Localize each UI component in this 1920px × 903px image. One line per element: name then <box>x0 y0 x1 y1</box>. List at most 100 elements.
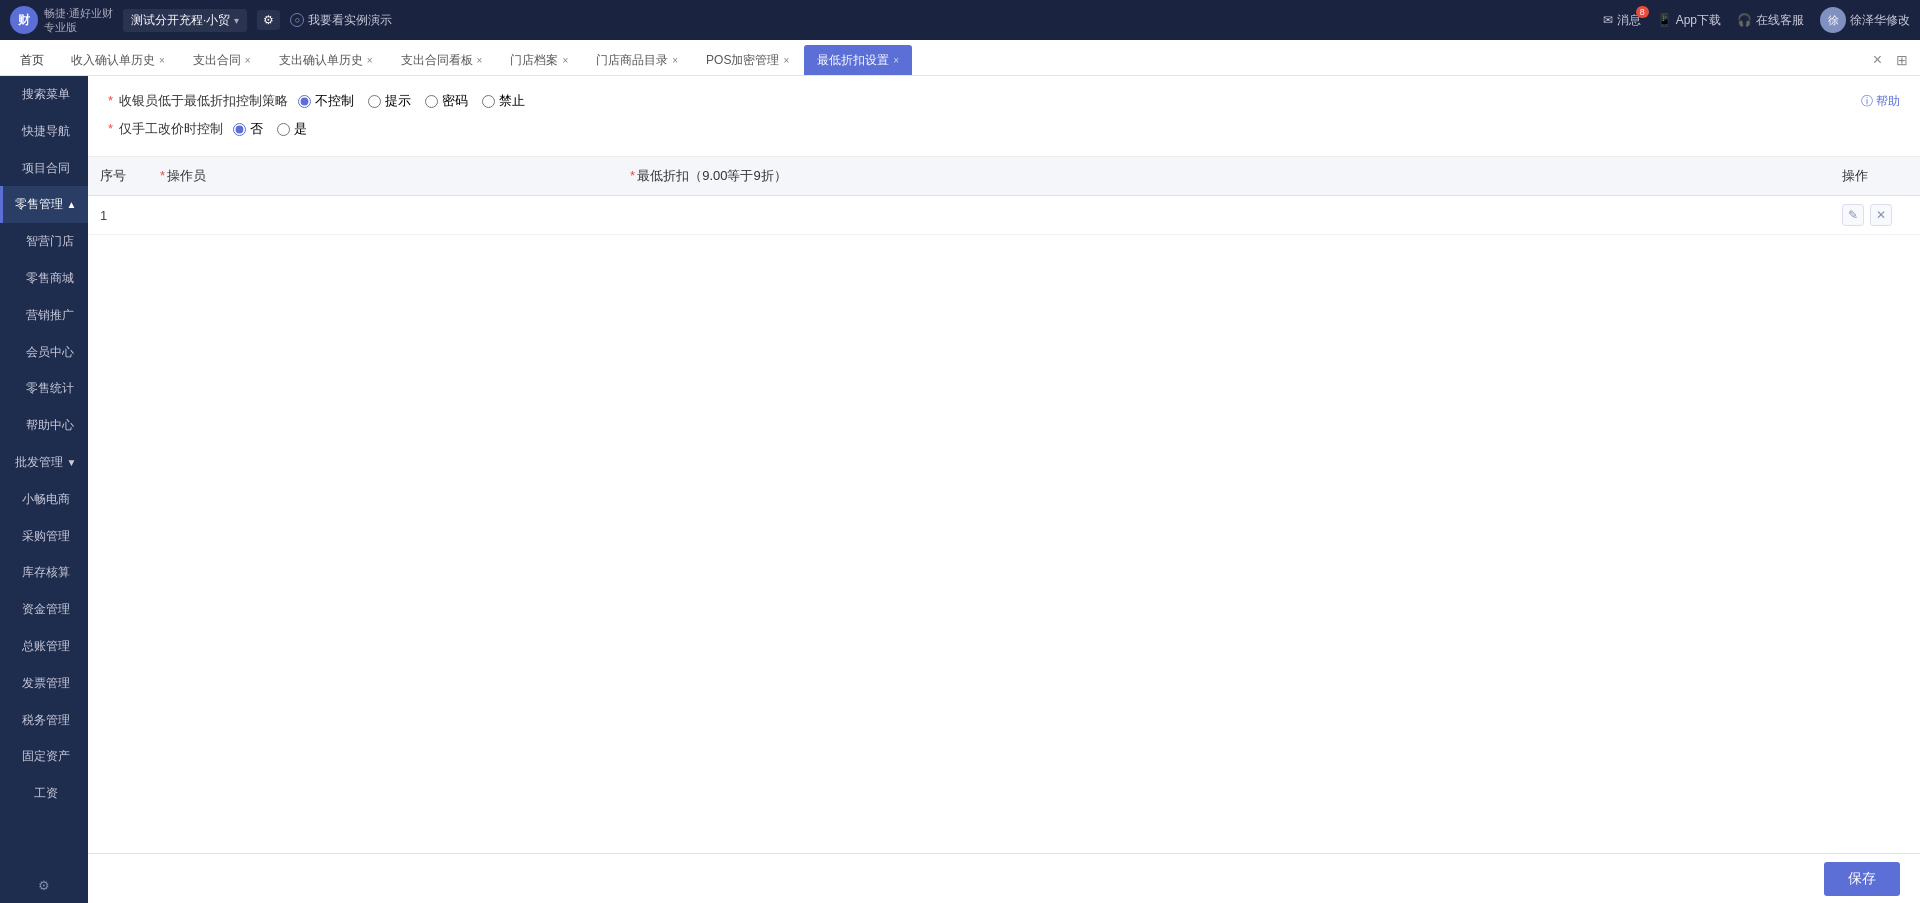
cell-min-discount <box>618 196 1830 235</box>
sidebar-item-general-ledger[interactable]: 总账管理 <box>0 628 88 665</box>
topbar-right: ✉ 消息 8 📱 App下载 🎧 在线客服 徐 徐泽华修改 <box>1603 7 1910 33</box>
sidebar-item-purchase-mgmt[interactable]: 采购管理 <box>0 518 88 555</box>
customer-service-label: 在线客服 <box>1756 12 1804 29</box>
chevron-up-icon: ▲ <box>67 199 77 210</box>
sidebar-item-quick-nav[interactable]: 快捷导航 <box>0 113 88 150</box>
avatar: 徐 <box>1820 7 1846 33</box>
form-section: * 收银员低于最低折扣控制策略 不控制 提示 <box>88 76 1920 157</box>
tab-pos-password-close[interactable]: × <box>783 55 789 66</box>
sidebar-item-capital-mgmt[interactable]: 资金管理 <box>0 591 88 628</box>
sidebar-item-invoice-mgmt[interactable]: 发票管理 <box>0 665 88 702</box>
cell-seq: 1 <box>88 196 148 235</box>
discount-forbid-option[interactable]: 禁止 <box>482 92 525 110</box>
headset-icon: 🎧 <box>1737 13 1752 27</box>
edit-row-button[interactable]: ✎ <box>1842 204 1864 226</box>
discount-control-label: * 收银员低于最低折扣控制策略 <box>108 92 288 110</box>
col-header-action: 操作 <box>1830 157 1920 196</box>
tab-payment-contract-board-close[interactable]: × <box>477 55 483 66</box>
sidebar-item-retail-mall[interactable]: 零售商城 <box>0 260 88 297</box>
tab-min-discount[interactable]: 最低折扣设置 × <box>804 45 912 75</box>
sidebar-item-fixed-assets[interactable]: 固定资产 <box>0 738 88 775</box>
tab-income-history-label: 收入确认单历史 <box>71 52 155 69</box>
user-profile-button[interactable]: 徐 徐泽华修改 <box>1820 7 1910 33</box>
app-logo: 财 畅捷·通好业财 专业版 <box>10 6 113 35</box>
demo-label: 我要看实例演示 <box>308 12 392 29</box>
delete-icon: ✕ <box>1876 208 1886 222</box>
table-header-row: 序号 *操作员 *最低折扣（9.00等于9折） 操作 <box>88 157 1920 196</box>
discount-password-radio[interactable] <box>425 95 438 108</box>
discount-table: 序号 *操作员 *最低折扣（9.00等于9折） 操作 <box>88 157 1920 235</box>
manual-price-label: * 仅手工改价时控制 <box>108 120 223 138</box>
chevron-down-icon: ▾ <box>234 15 239 26</box>
tab-income-history-close[interactable]: × <box>159 55 165 66</box>
discount-forbid-radio[interactable] <box>482 95 495 108</box>
cell-action: ✎ ✕ <box>1830 196 1920 235</box>
bottom-bar: 保存 <box>88 853 1920 903</box>
tab-store-file[interactable]: 门店档案 × <box>497 45 581 75</box>
table-row: 1 ✎ ✕ <box>88 196 1920 235</box>
table-wrapper: 序号 *操作员 *最低折扣（9.00等于9折） 操作 <box>88 157 1920 853</box>
tab-pos-password[interactable]: POS加密管理 × <box>693 45 802 75</box>
tab-payment-contract-label: 支出合同 <box>193 52 241 69</box>
sidebar-item-marketing[interactable]: 营销推广 <box>0 297 88 334</box>
customer-service-button[interactable]: 🎧 在线客服 <box>1737 12 1804 29</box>
sidebar-item-help-center[interactable]: 帮助中心 <box>0 407 88 444</box>
message-button[interactable]: ✉ 消息 8 <box>1603 12 1641 29</box>
tab-more-button[interactable]: ⊞ <box>1892 50 1912 70</box>
tab-close-all-button[interactable]: × <box>1869 49 1886 71</box>
app-download-button[interactable]: 📱 App下载 <box>1657 12 1721 29</box>
tab-payment-contract-close[interactable]: × <box>245 55 251 66</box>
sidebar-item-project-contract[interactable]: 项目合同 <box>0 150 88 187</box>
discount-password-option[interactable]: 密码 <box>425 92 468 110</box>
sidebar-item-ecommerce[interactable]: 小畅电商 <box>0 481 88 518</box>
tab-payment-confirm-history[interactable]: 支出确认单历史 × <box>266 45 386 75</box>
tab-payment-contract-board[interactable]: 支出合同看板 × <box>388 45 496 75</box>
help-button[interactable]: ⓘ 帮助 <box>1861 93 1900 110</box>
col-header-seq: 序号 <box>88 157 148 196</box>
user-name: 徐泽华修改 <box>1850 12 1910 29</box>
sidebar-item-retail-stats[interactable]: 零售统计 <box>0 370 88 407</box>
sidebar-item-smart-store[interactable]: 智营门店 <box>0 223 88 260</box>
tab-store-product-catalog-close[interactable]: × <box>672 55 678 66</box>
sidebar-settings-button[interactable]: ⚙ <box>0 868 88 903</box>
manual-price-yes-option[interactable]: 是 <box>277 120 307 138</box>
demo-button[interactable]: ○ 我要看实例演示 <box>290 12 392 29</box>
discount-no-control-radio[interactable] <box>298 95 311 108</box>
manual-price-yes-radio[interactable] <box>277 123 290 136</box>
sidebar-item-retail-mgmt[interactable]: 零售管理 ▲ <box>0 186 88 223</box>
message-icon: ✉ <box>1603 13 1613 27</box>
discount-remind-option[interactable]: 提示 <box>368 92 411 110</box>
content-area: * 收银员低于最低折扣控制策略 不控制 提示 <box>88 76 1920 903</box>
topbar: 财 畅捷·通好业财 专业版 测试分开充程·小贸 ▾ ⚙ ○ 我要看实例演示 ✉ … <box>0 0 1920 40</box>
discount-no-control-option[interactable]: 不控制 <box>298 92 354 110</box>
discount-remind-radio[interactable] <box>368 95 381 108</box>
sidebar-item-inventory[interactable]: 库存核算 <box>0 554 88 591</box>
tab-income-history[interactable]: 收入确认单历史 × <box>58 45 178 75</box>
tab-payment-contract[interactable]: 支出合同 × <box>180 45 264 75</box>
tabbar: 首页 收入确认单历史 × 支出合同 × 支出确认单历史 × 支出合同看板 × 门… <box>0 40 1920 76</box>
logo-text: 畅捷·通好业财 专业版 <box>44 6 113 35</box>
manual-price-no-radio[interactable] <box>233 123 246 136</box>
manual-price-no-option[interactable]: 否 <box>233 120 263 138</box>
sidebar-item-tax-mgmt[interactable]: 税务管理 <box>0 702 88 739</box>
sidebar: 搜索菜单 快捷导航 项目合同 零售管理 ▲ 智营门店 零售商城 营销推广 会员中… <box>0 76 88 903</box>
tab-payment-confirm-history-label: 支出确认单历史 <box>279 52 363 69</box>
sidebar-item-search[interactable]: 搜索菜单 <box>0 76 88 113</box>
tab-store-product-catalog[interactable]: 门店商品目录 × <box>583 45 691 75</box>
logo-icon: 财 <box>10 6 38 34</box>
tab-store-file-close[interactable]: × <box>562 55 568 66</box>
project-selector[interactable]: 测试分开充程·小贸 ▾ <box>123 9 247 32</box>
cell-operator <box>148 196 618 235</box>
tab-pos-password-label: POS加密管理 <box>706 52 779 69</box>
save-button[interactable]: 保存 <box>1824 862 1900 896</box>
tabbar-actions: × ⊞ <box>1869 49 1912 75</box>
tab-payment-confirm-history-close[interactable]: × <box>367 55 373 66</box>
tab-home[interactable]: 首页 <box>8 46 56 75</box>
sidebar-item-salary[interactable]: 工资 <box>0 775 88 812</box>
tab-min-discount-close[interactable]: × <box>893 55 899 66</box>
sidebar-item-member-center[interactable]: 会员中心 <box>0 334 88 371</box>
app-download-label: App下载 <box>1676 12 1721 29</box>
settings-button[interactable]: ⚙ <box>257 10 280 30</box>
delete-row-button[interactable]: ✕ <box>1870 204 1892 226</box>
sidebar-item-batch-mgmt[interactable]: 批发管理 ▼ <box>0 444 88 481</box>
